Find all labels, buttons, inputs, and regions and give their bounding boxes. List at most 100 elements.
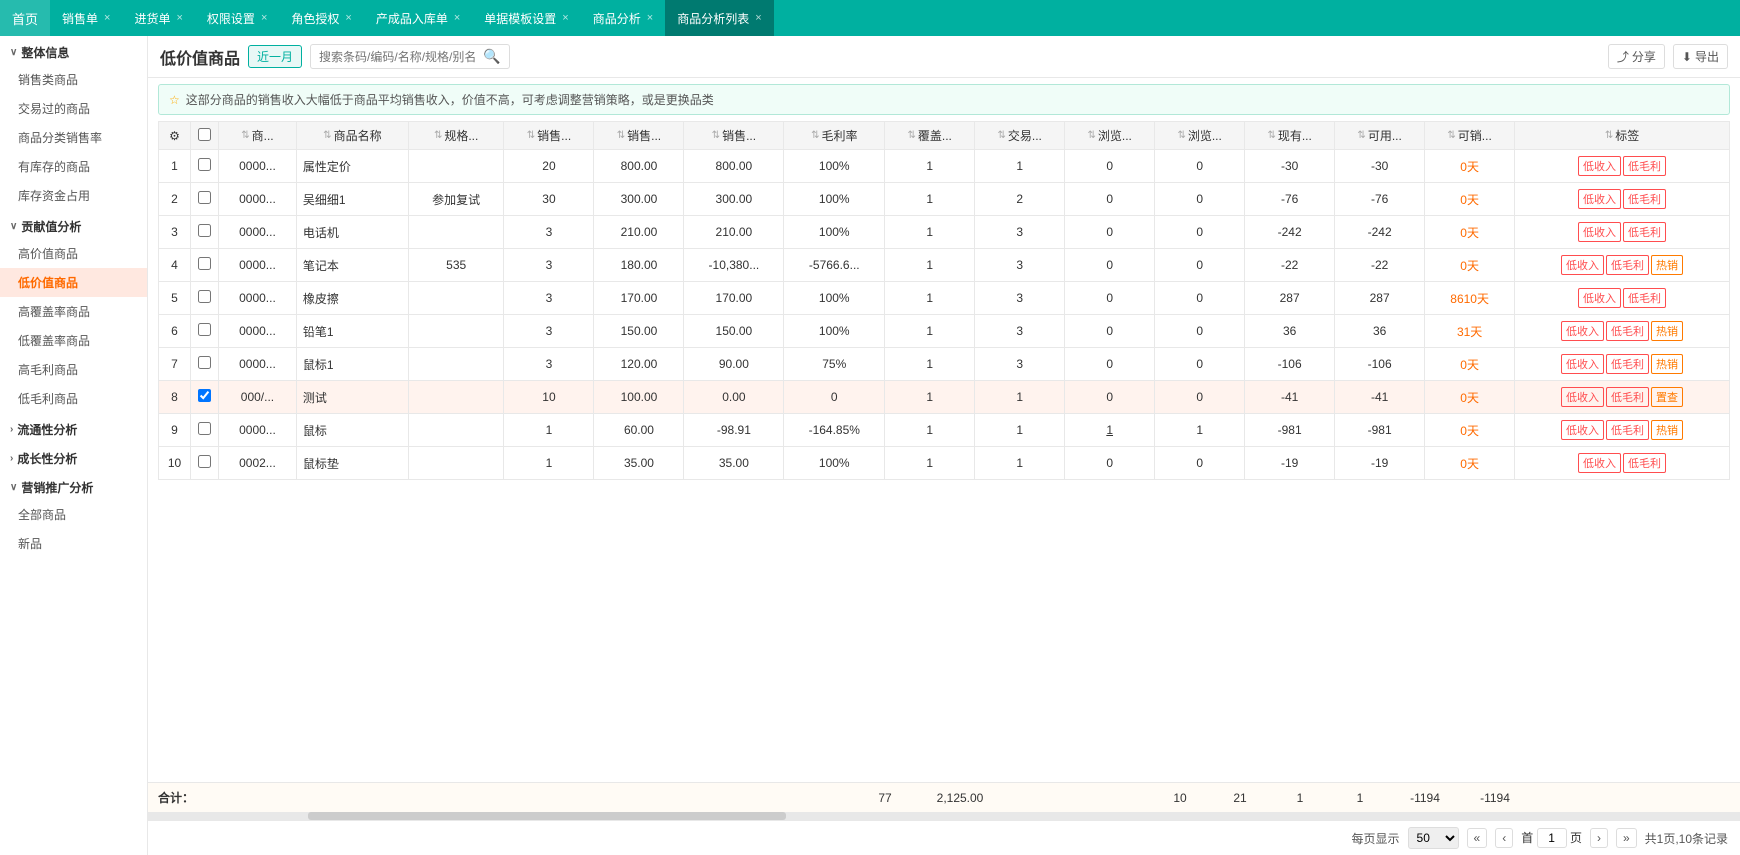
share-button[interactable]: ⤴ 分享 — [1608, 44, 1665, 69]
sidebar-item-stock-capital[interactable]: 库存资金占用 — [0, 181, 147, 210]
cell-browse1[interactable]: 0 — [1065, 150, 1155, 183]
row-checkbox[interactable] — [198, 455, 211, 468]
row-checkbox[interactable] — [198, 158, 211, 171]
cell-browse1[interactable]: 0 — [1065, 216, 1155, 249]
cell-browse1[interactable]: 0 — [1065, 183, 1155, 216]
cell-checkbox[interactable] — [191, 447, 219, 480]
page-title: 低价值商品 — [160, 45, 240, 69]
col-settings[interactable]: ⚙ — [159, 122, 191, 150]
cell-checkbox[interactable] — [191, 348, 219, 381]
search-icon[interactable]: 🔍 — [483, 48, 500, 65]
nav-home[interactable]: 首页 — [0, 0, 50, 36]
row-checkbox[interactable] — [198, 389, 211, 402]
cell-checkbox[interactable] — [191, 381, 219, 414]
close-icon[interactable]: × — [562, 12, 568, 24]
nav-permissions[interactable]: 权限设置 × — [195, 0, 279, 36]
sidebar-item-high-coverage[interactable]: 高覆盖率商品 — [0, 297, 147, 326]
cell-checkbox[interactable] — [191, 315, 219, 348]
settings-icon[interactable]: ⚙ — [169, 129, 180, 143]
page-size-select[interactable]: 50 100 200 — [1408, 827, 1459, 849]
nav-purchase-order[interactable]: 进货单 × — [122, 0, 194, 36]
cell-coverage: 1 — [885, 447, 975, 480]
nav-sales-order[interactable]: 销售单 × — [50, 0, 122, 36]
row-checkbox[interactable] — [198, 323, 211, 336]
sidebar-item-sales-products[interactable]: 销售类商品 — [0, 65, 147, 94]
sidebar-group-overall[interactable]: ∨ 整体信息 — [0, 36, 147, 65]
nav-product-analysis[interactable]: 商品分析 × — [581, 0, 665, 36]
page-number-input[interactable] — [1537, 828, 1567, 848]
row-checkbox[interactable] — [198, 224, 211, 237]
close-icon[interactable]: × — [345, 12, 351, 24]
filter-recent-month-button[interactable]: 近一月 — [248, 45, 302, 68]
cell-checkbox[interactable] — [191, 414, 219, 447]
col-trade[interactable]: ⇅交易... — [975, 122, 1065, 150]
close-icon[interactable]: × — [755, 12, 761, 24]
cell-browse1[interactable]: 0 — [1065, 249, 1155, 282]
nav-product-analysis-list[interactable]: 商品分析列表 × — [665, 0, 773, 36]
row-checkbox[interactable] — [198, 290, 211, 303]
cell-browse1[interactable]: 0 — [1065, 282, 1155, 315]
col-name[interactable]: ⇅商品名称 — [296, 122, 408, 150]
sidebar-item-new-products[interactable]: 新品 — [0, 529, 147, 558]
close-icon[interactable]: × — [454, 12, 460, 24]
cell-browse1[interactable]: 0 — [1065, 315, 1155, 348]
first-page-button[interactable]: « — [1467, 828, 1488, 848]
sidebar-item-stock-products[interactable]: 有库存的商品 — [0, 152, 147, 181]
cell-checkbox[interactable] — [191, 216, 219, 249]
nav-template-settings[interactable]: 单据模板设置 × — [472, 0, 580, 36]
cell-browse1[interactable]: 1 — [1065, 414, 1155, 447]
close-icon[interactable]: × — [176, 12, 182, 24]
cell-browse1[interactable]: 0 — [1065, 381, 1155, 414]
sidebar-item-all-products[interactable]: 全部商品 — [0, 500, 147, 529]
row-checkbox[interactable] — [198, 356, 211, 369]
sidebar-group-marketing[interactable]: ∨ 营销推广分析 — [0, 471, 147, 500]
col-sales-amount[interactable]: ⇅销售... — [594, 122, 684, 150]
row-checkbox[interactable] — [198, 191, 211, 204]
close-icon[interactable]: × — [647, 12, 653, 24]
prev-page-button[interactable]: ‹ — [1495, 828, 1513, 848]
sidebar-item-category-sales-rate[interactable]: 商品分类销售率 — [0, 123, 147, 152]
last-page-button[interactable]: » — [1616, 828, 1637, 848]
sidebar-group-circulation[interactable]: › 流通性分析 — [0, 413, 147, 442]
col-stock-now[interactable]: ⇅现有... — [1245, 122, 1335, 150]
col-tag[interactable]: ⇅标签 — [1515, 122, 1730, 150]
export-button[interactable]: ⬇ 导出 — [1673, 44, 1728, 69]
select-all-checkbox[interactable] — [198, 128, 211, 141]
cell-browse1[interactable]: 0 — [1065, 447, 1155, 480]
sidebar-item-low-value[interactable]: 低价值商品 — [0, 268, 147, 297]
cell-checkbox[interactable] — [191, 282, 219, 315]
sidebar-group-contribution[interactable]: ∨ 贡献值分析 — [0, 210, 147, 239]
sidebar-group-growth[interactable]: › 成长性分析 — [0, 442, 147, 471]
col-sales-price[interactable]: ⇅销售... — [684, 122, 784, 150]
sidebar-item-low-margin[interactable]: 低毛利商品 — [0, 384, 147, 413]
col-sellable[interactable]: ⇅可销... — [1425, 122, 1515, 150]
nav-product-in[interactable]: 产成品入库单 × — [364, 0, 472, 36]
col-stock-avail[interactable]: ⇅可用... — [1335, 122, 1425, 150]
nav-role-auth[interactable]: 角色授权 × — [279, 0, 363, 36]
close-icon[interactable]: × — [104, 12, 110, 24]
row-checkbox[interactable] — [198, 257, 211, 270]
col-code[interactable]: ⇅商... — [219, 122, 297, 150]
cell-checkbox[interactable] — [191, 183, 219, 216]
col-sales-qty[interactable]: ⇅销售... — [504, 122, 594, 150]
row-checkbox[interactable] — [198, 422, 211, 435]
sidebar-item-high-margin[interactable]: 高毛利商品 — [0, 355, 147, 384]
search-input[interactable] — [319, 50, 479, 64]
col-browse1[interactable]: ⇅浏览... — [1065, 122, 1155, 150]
next-page-button[interactable]: › — [1590, 828, 1608, 848]
col-spec[interactable]: ⇅规格... — [408, 122, 504, 150]
sidebar-item-traded-products[interactable]: 交易过的商品 — [0, 94, 147, 123]
cell-browse1[interactable]: 0 — [1065, 348, 1155, 381]
col-checkbox[interactable] — [191, 122, 219, 150]
col-coverage[interactable]: ⇅覆盖... — [885, 122, 975, 150]
col-gross-rate[interactable]: ⇅毛利率 — [784, 122, 885, 150]
cell-checkbox[interactable] — [191, 150, 219, 183]
cell-sellable: 0天 — [1425, 414, 1515, 447]
notice-icon: ☆ — [169, 93, 180, 107]
close-icon[interactable]: × — [261, 12, 267, 24]
col-browse2[interactable]: ⇅浏览... — [1155, 122, 1245, 150]
cell-checkbox[interactable] — [191, 249, 219, 282]
sidebar-item-high-value[interactable]: 高价值商品 — [0, 239, 147, 268]
table-area[interactable]: ⚙ ⇅商... ⇅商品名称 ⇅规格... — [148, 121, 1740, 782]
sidebar-item-low-coverage[interactable]: 低覆盖率商品 — [0, 326, 147, 355]
